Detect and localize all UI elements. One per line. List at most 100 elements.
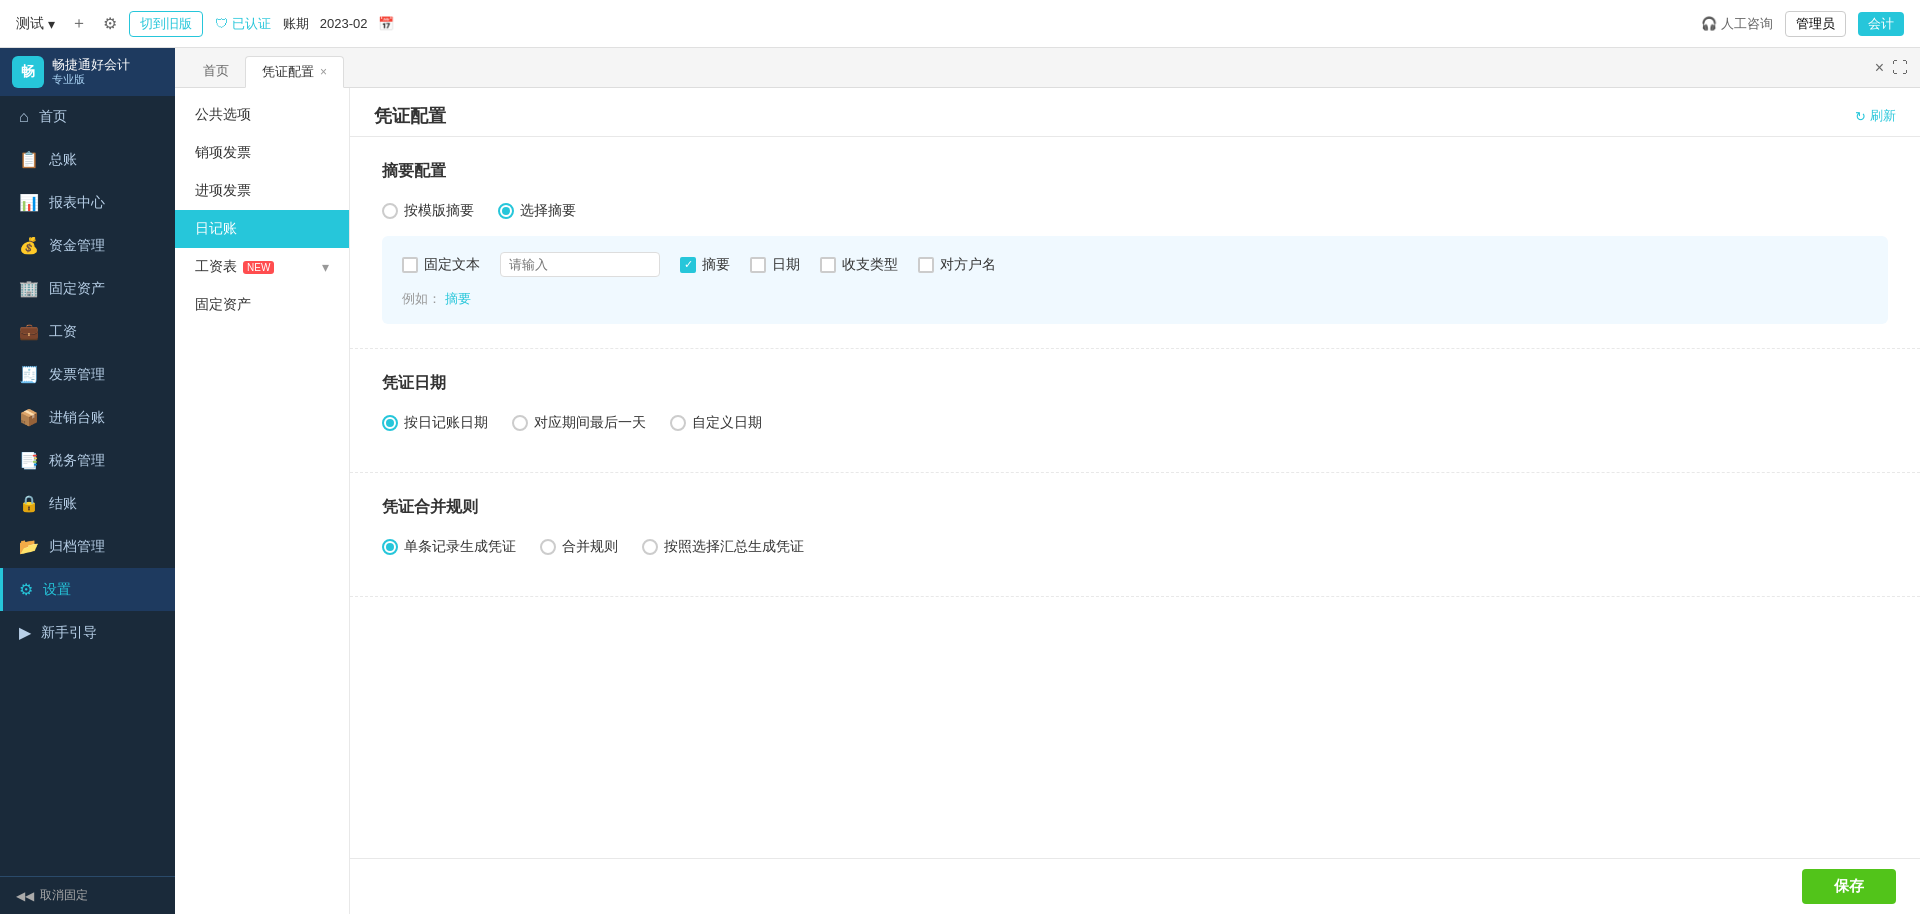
logo-icon: 畅: [12, 56, 44, 88]
expand-button[interactable]: ⛶: [1892, 59, 1908, 77]
radio-circle-template: [382, 203, 398, 219]
checkbox-summary[interactable]: ✓ 摘要: [680, 256, 730, 274]
checkbox-box-counterpart: [918, 257, 934, 273]
close-tab-button[interactable]: ×: [1875, 59, 1884, 77]
sidebar-item-label: 工资: [49, 323, 77, 341]
summary-config-box: 固定文本 ✓ 摘要 日期: [382, 236, 1888, 324]
checkbox-fixed-text[interactable]: 固定文本: [402, 256, 480, 274]
sidebar: 畅 畅捷通好会计 专业版 ⌂ 首页 📋 总账 📊 报表中心 💰 资金管理: [0, 48, 175, 914]
sidebar-item-report[interactable]: 📊 报表中心: [0, 181, 175, 224]
expand-icon: ▾: [322, 259, 329, 275]
sidebar-item-archive[interactable]: 📂 归档管理: [0, 525, 175, 568]
sidebar-item-label: 归档管理: [49, 538, 105, 556]
summary-section: 摘要配置 按模版摘要 选择摘要: [350, 137, 1920, 349]
fixed-text-input[interactable]: [500, 252, 660, 277]
save-button[interactable]: 保存: [1802, 869, 1896, 904]
fixed-assets-icon: 🏢: [19, 279, 39, 298]
sidebar-item-home[interactable]: ⌂ 首页: [0, 96, 175, 138]
admin-button[interactable]: 管理员: [1785, 11, 1846, 37]
logo-subtitle: 专业版: [52, 72, 130, 87]
accounting-button[interactable]: 会计: [1858, 12, 1904, 36]
left-nav-item-public[interactable]: 公共选项: [175, 96, 349, 134]
sidebar-item-salary[interactable]: 💼 工资: [0, 310, 175, 353]
date-title: 凭证日期: [382, 373, 1888, 394]
sidebar-item-tax[interactable]: 📑 税务管理: [0, 439, 175, 482]
home-icon: ⌂: [19, 108, 29, 126]
sidebar-item-label: 总账: [49, 151, 77, 169]
ledger-icon: 📋: [19, 150, 39, 169]
left-nav-item-fixed-assets-2[interactable]: 固定资产: [175, 286, 349, 324]
trade-icon: 📦: [19, 408, 39, 427]
summary-title: 摘要配置: [382, 161, 1888, 182]
checkbox-counterpart[interactable]: 对方户名: [918, 256, 996, 274]
closing-icon: 🔒: [19, 494, 39, 513]
tab-close-icon[interactable]: ×: [320, 65, 327, 79]
radio-merge-rule[interactable]: 合并规则: [540, 538, 618, 556]
date-section: 凭证日期 按日记账日期 对应期间最后一天: [350, 349, 1920, 473]
cancel-fixed-button[interactable]: ◀◀ 取消固定: [0, 876, 175, 914]
checkbox-date[interactable]: 日期: [750, 256, 800, 274]
page-content: 公共选项 销项发票 进项发票 日记账 工资表 NEW ▾ 固定资产 凭证配置 ↻…: [175, 88, 1920, 914]
merge-section: 凭证合并规则 单条记录生成凭证 合并规则: [350, 473, 1920, 597]
radio-selected-summary[interactable]: 按照选择汇总生成凭证: [642, 538, 804, 556]
top-bar: 测试 ▾ ＋ ⚙ 切到旧版 🛡 已认证 账期 2023-02 📅 🎧 人工咨询 …: [0, 0, 1920, 48]
checkbox-income-type[interactable]: 收支类型: [820, 256, 898, 274]
switch-old-version-button[interactable]: 切到旧版: [129, 11, 203, 37]
left-nav-item-purchase[interactable]: 进项发票: [175, 172, 349, 210]
consulting-button[interactable]: 🎧 人工咨询: [1701, 15, 1773, 33]
sidebar-scroll: ⌂ 首页 📋 总账 📊 报表中心 💰 资金管理 🏢 固定资产 💼 工资: [0, 96, 175, 876]
new-badge: NEW: [243, 261, 274, 274]
headset-icon: 🎧: [1701, 16, 1717, 31]
merge-radio-group: 单条记录生成凭证 合并规则 按照选择汇总生成凭证: [382, 538, 1888, 556]
left-nav-item-journal[interactable]: 日记账: [175, 210, 349, 248]
shield-icon: 🛡: [215, 16, 228, 31]
sidebar-item-capital[interactable]: 💰 资金管理: [0, 224, 175, 267]
sidebar-item-label: 进销台账: [49, 409, 105, 427]
settings-icon: ⚙: [19, 580, 33, 599]
sidebar-item-settings[interactable]: ⚙ 设置: [0, 568, 175, 611]
radio-template[interactable]: 按模版摘要: [382, 202, 474, 220]
radio-circle-period-last: [512, 415, 528, 431]
left-nav-item-sales[interactable]: 销项发票: [175, 134, 349, 172]
sidebar-item-closing[interactable]: 🔒 结账: [0, 482, 175, 525]
main-panel: 凭证配置 ↻ 刷新 摘要配置 按模版摘要: [350, 88, 1920, 914]
panel-body: 摘要配置 按模版摘要 选择摘要: [350, 137, 1920, 858]
refresh-icon: ↻: [1855, 109, 1866, 124]
sidebar-item-guide[interactable]: ▶ 新手引导: [0, 611, 175, 654]
report-icon: 📊: [19, 193, 39, 212]
tax-icon: 📑: [19, 451, 39, 470]
radio-custom-date[interactable]: 自定义日期: [670, 414, 762, 432]
tab-voucher-config[interactable]: 凭证配置 ×: [245, 56, 344, 88]
sidebar-item-fixed-assets[interactable]: 🏢 固定资产: [0, 267, 175, 310]
tab-bar: 首页 凭证配置 × × ⛶: [175, 48, 1920, 88]
sidebar-item-trade[interactable]: 📦 进销台账: [0, 396, 175, 439]
sidebar-item-invoice[interactable]: 🧾 发票管理: [0, 353, 175, 396]
refresh-button[interactable]: ↻ 刷新: [1855, 107, 1896, 125]
main-layout: 畅 畅捷通好会计 专业版 ⌂ 首页 📋 总账 📊 报表中心 💰 资金管理: [0, 48, 1920, 914]
radio-period-last[interactable]: 对应期间最后一天: [512, 414, 646, 432]
tab-home[interactable]: 首页: [187, 55, 245, 87]
dropdown-icon: ▾: [48, 16, 55, 32]
left-nav-item-salary-table[interactable]: 工资表 NEW ▾: [175, 248, 349, 286]
checkbox-box-date: [750, 257, 766, 273]
sidebar-item-label: 发票管理: [49, 366, 105, 384]
settings-icon-button[interactable]: ⚙: [99, 10, 121, 37]
calendar-icon[interactable]: 📅: [378, 16, 394, 31]
add-button[interactable]: ＋: [67, 9, 91, 38]
merge-title: 凭证合并规则: [382, 497, 1888, 518]
radio-select[interactable]: 选择摘要: [498, 202, 576, 220]
checkbox-row: 固定文本 ✓ 摘要 日期: [402, 252, 1868, 277]
radio-journal-date[interactable]: 按日记账日期: [382, 414, 488, 432]
radio-circle-select: [498, 203, 514, 219]
radio-single[interactable]: 单条记录生成凭证: [382, 538, 516, 556]
radio-circle-single: [382, 539, 398, 555]
sidebar-logo: 畅 畅捷通好会计 专业版: [0, 48, 175, 96]
project-selector[interactable]: 测试 ▾: [16, 15, 55, 33]
radio-circle-journal-date: [382, 415, 398, 431]
top-bar-left: 测试 ▾ ＋ ⚙ 切到旧版: [16, 9, 203, 38]
page-title: 凭证配置: [374, 104, 446, 128]
sidebar-item-label: 税务管理: [49, 452, 105, 470]
sidebar-item-ledger[interactable]: 📋 总账: [0, 138, 175, 181]
checkbox-box-summary: ✓: [680, 257, 696, 273]
left-nav: 公共选项 销项发票 进项发票 日记账 工资表 NEW ▾ 固定资产: [175, 88, 350, 914]
